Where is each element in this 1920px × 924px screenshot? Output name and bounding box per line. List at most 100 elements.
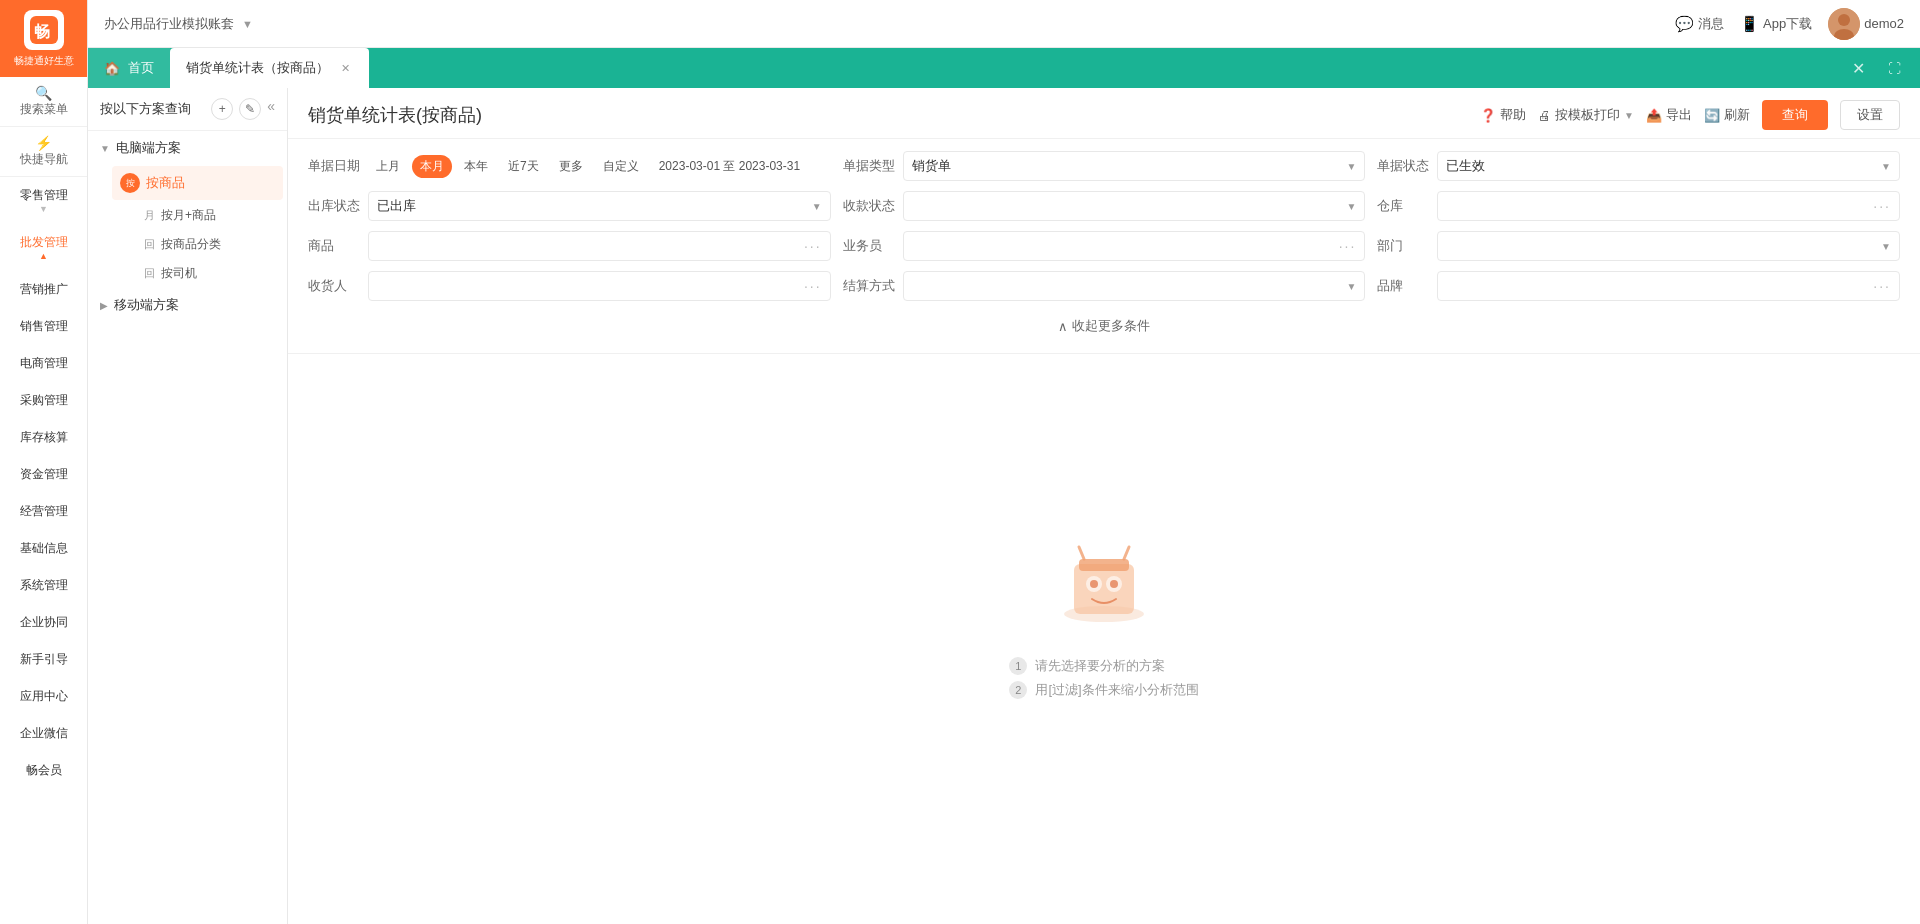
by-product-icon: 按 (120, 173, 140, 193)
app-center-label: 应用中心 (20, 688, 68, 705)
payment-status-select[interactable]: ▼ (903, 191, 1366, 221)
doc-type-select[interactable]: 销货单 ▼ (903, 151, 1366, 181)
scheme-by-category[interactable]: 回 按商品分类 (108, 230, 287, 259)
warehouse-dots: ··· (1873, 198, 1891, 214)
sidebar-item-wholesale[interactable]: 批发管理 ▲ (0, 224, 87, 271)
brand-input[interactable]: ··· (1437, 271, 1900, 301)
sub-icon-cat: 回 (144, 237, 155, 252)
product-input[interactable]: ··· (368, 231, 831, 261)
wechat-label: 企业微信 (20, 725, 68, 742)
warehouse-status-select[interactable]: 已出库 ▼ (368, 191, 831, 221)
sidebar-item-marketing[interactable]: 营销推广 (0, 271, 87, 308)
phone-icon: 📱 (1740, 15, 1759, 33)
main-area: 办公用品行业模拟账套 ▼ 💬 消息 📱 App下载 de (88, 0, 1920, 924)
doc-status-arrow: ▼ (1881, 161, 1891, 172)
svg-rect-6 (1074, 564, 1134, 614)
svg-point-3 (1838, 14, 1850, 26)
tabbar: 🏠 首页 销货单统计表（按商品） ✕ ✕ ⛶ (88, 48, 1920, 88)
by-driver-label: 按司机 (161, 265, 197, 282)
sidebar-item-member[interactable]: 畅会员 (0, 752, 87, 789)
sidebar-item-sales[interactable]: 销售管理 (0, 308, 87, 345)
workspace-dropdown-icon[interactable]: ▼ (242, 18, 253, 30)
sidebar-item-newbie[interactable]: 新手引导 (0, 641, 87, 678)
close-window-btn[interactable]: ✕ (1844, 54, 1872, 82)
date-this-year[interactable]: 本年 (456, 155, 496, 178)
tip-2-text: 用[过滤]条件来缩小分析范围 (1035, 681, 1198, 699)
scheme-by-product[interactable]: 按 按商品 (112, 166, 283, 200)
quick-nav-icon: ⚡ (0, 135, 87, 151)
sidebar-item-purchase[interactable]: 采购管理 (0, 382, 87, 419)
by-category-label: 按商品分类 (161, 236, 221, 253)
sidebar: 畅 畅捷通好生意 🔍 搜索菜单 ⚡ 快捷导航 零售管理 ▼ 批发管理 ▲ 营销推… (0, 0, 88, 924)
add-scheme-btn[interactable]: + (211, 98, 233, 120)
staff-input[interactable]: ··· (903, 231, 1366, 261)
payment-status-label: 收款状态 (843, 197, 903, 215)
collapse-panel-btn[interactable]: « (267, 98, 275, 120)
filter-staff: 业务员 ··· (843, 231, 1366, 261)
sidebar-item-enterprise[interactable]: 企业协同 (0, 604, 87, 641)
date-7days[interactable]: 近7天 (500, 155, 547, 178)
app-subtitle: 畅捷通好生意 (14, 54, 74, 67)
warehouse-label: 仓库 (1377, 197, 1437, 215)
tab-actions: ✕ ⛶ (1844, 54, 1920, 82)
tab-sales-stat[interactable]: 销货单统计表（按商品） ✕ (170, 48, 369, 88)
sidebar-item-finance[interactable]: 资金管理 (0, 456, 87, 493)
tab-home[interactable]: 🏠 首页 (88, 48, 170, 88)
app-download-btn[interactable]: 📱 App下载 (1740, 15, 1812, 33)
page-header: 销货单统计表(按商品) ❓ 帮助 🖨 按模板打印 ▼ 📤 导出 (288, 88, 1920, 139)
desktop-section-header[interactable]: ▼ 电脑端方案 (88, 131, 287, 165)
warehouse-input[interactable]: ··· (1437, 191, 1900, 221)
sidebar-item-retail[interactable]: 零售管理 ▼ (0, 177, 87, 224)
scheme-by-month-product[interactable]: 月 按月+商品 (108, 201, 287, 230)
sidebar-item-operation[interactable]: 经营管理 (0, 493, 87, 530)
close-tab-btn[interactable]: ✕ (337, 60, 353, 76)
mobile-section-header[interactable]: ▶ 移动端方案 (88, 288, 287, 322)
mobile-arrow: ▶ (100, 300, 108, 311)
dept-select[interactable]: ▼ (1437, 231, 1900, 261)
message-btn[interactable]: 💬 消息 (1675, 15, 1724, 33)
help-label: 帮助 (1500, 106, 1526, 124)
operation-label: 经营管理 (20, 503, 68, 520)
sidebar-item-basic[interactable]: 基础信息 (0, 530, 87, 567)
sidebar-item-inventory[interactable]: 库存核算 (0, 419, 87, 456)
payment-method-select[interactable]: ▼ (903, 271, 1366, 301)
refresh-btn[interactable]: 🔄 刷新 (1704, 106, 1750, 124)
workspace-name: 办公用品行业模拟账套 (104, 15, 234, 33)
ecommerce-label: 电商管理 (20, 355, 68, 372)
app-download-label: App下载 (1763, 15, 1812, 33)
content-area: 按以下方案查询 + ✎ « ▼ 电脑端方案 按 按商品 (88, 88, 1920, 924)
print-btn[interactable]: 🖨 按模板打印 ▼ (1538, 106, 1634, 124)
sidebar-search[interactable]: 🔍 搜索菜单 (0, 77, 87, 127)
settings-button[interactable]: 设置 (1840, 100, 1900, 130)
quick-nav-item[interactable]: ⚡ 快捷导航 (0, 127, 87, 177)
receiver-input[interactable]: ··· (368, 271, 831, 301)
doc-status-select[interactable]: 已生效 ▼ (1437, 151, 1900, 181)
export-btn[interactable]: 📤 导出 (1646, 106, 1692, 124)
collapse-filter-btn[interactable]: ∧ 收起更多条件 (308, 311, 1900, 341)
page-actions: ❓ 帮助 🖨 按模板打印 ▼ 📤 导出 🔄 刷新 (1480, 100, 1900, 130)
edit-scheme-btn[interactable]: ✎ (239, 98, 261, 120)
filter-receiver: 收货人 ··· (308, 271, 831, 301)
user-menu[interactable]: demo2 (1828, 8, 1904, 40)
date-this-month[interactable]: 本月 (412, 155, 452, 178)
filter-payment-status: 收款状态 ▼ (843, 191, 1366, 221)
print-dropdown-icon: ▼ (1624, 110, 1634, 121)
doc-type-label: 单据类型 (843, 157, 903, 175)
scheme-by-driver[interactable]: 回 按司机 (108, 259, 287, 288)
help-btn[interactable]: ❓ 帮助 (1480, 106, 1526, 124)
collapse-up-icon: ∧ (1058, 319, 1068, 334)
date-more[interactable]: 更多 (551, 155, 591, 178)
svg-point-11 (1110, 580, 1118, 588)
sidebar-item-system[interactable]: 系统管理 (0, 567, 87, 604)
sidebar-item-ecommerce[interactable]: 电商管理 (0, 345, 87, 382)
desktop-section: ▼ 电脑端方案 按 按商品 月 按月+商品 回 按商品分类 (88, 131, 287, 288)
maximize-btn[interactable]: ⛶ (1880, 54, 1908, 82)
date-custom[interactable]: 自定义 (595, 155, 647, 178)
collapse-filter-label: 收起更多条件 (1072, 317, 1150, 335)
query-button[interactable]: 查询 (1762, 100, 1828, 130)
date-last-month[interactable]: 上月 (368, 155, 408, 178)
finance-label: 资金管理 (20, 466, 68, 483)
brand-dots: ··· (1873, 278, 1891, 294)
sidebar-item-app-center[interactable]: 应用中心 (0, 678, 87, 715)
sidebar-item-wechat[interactable]: 企业微信 (0, 715, 87, 752)
